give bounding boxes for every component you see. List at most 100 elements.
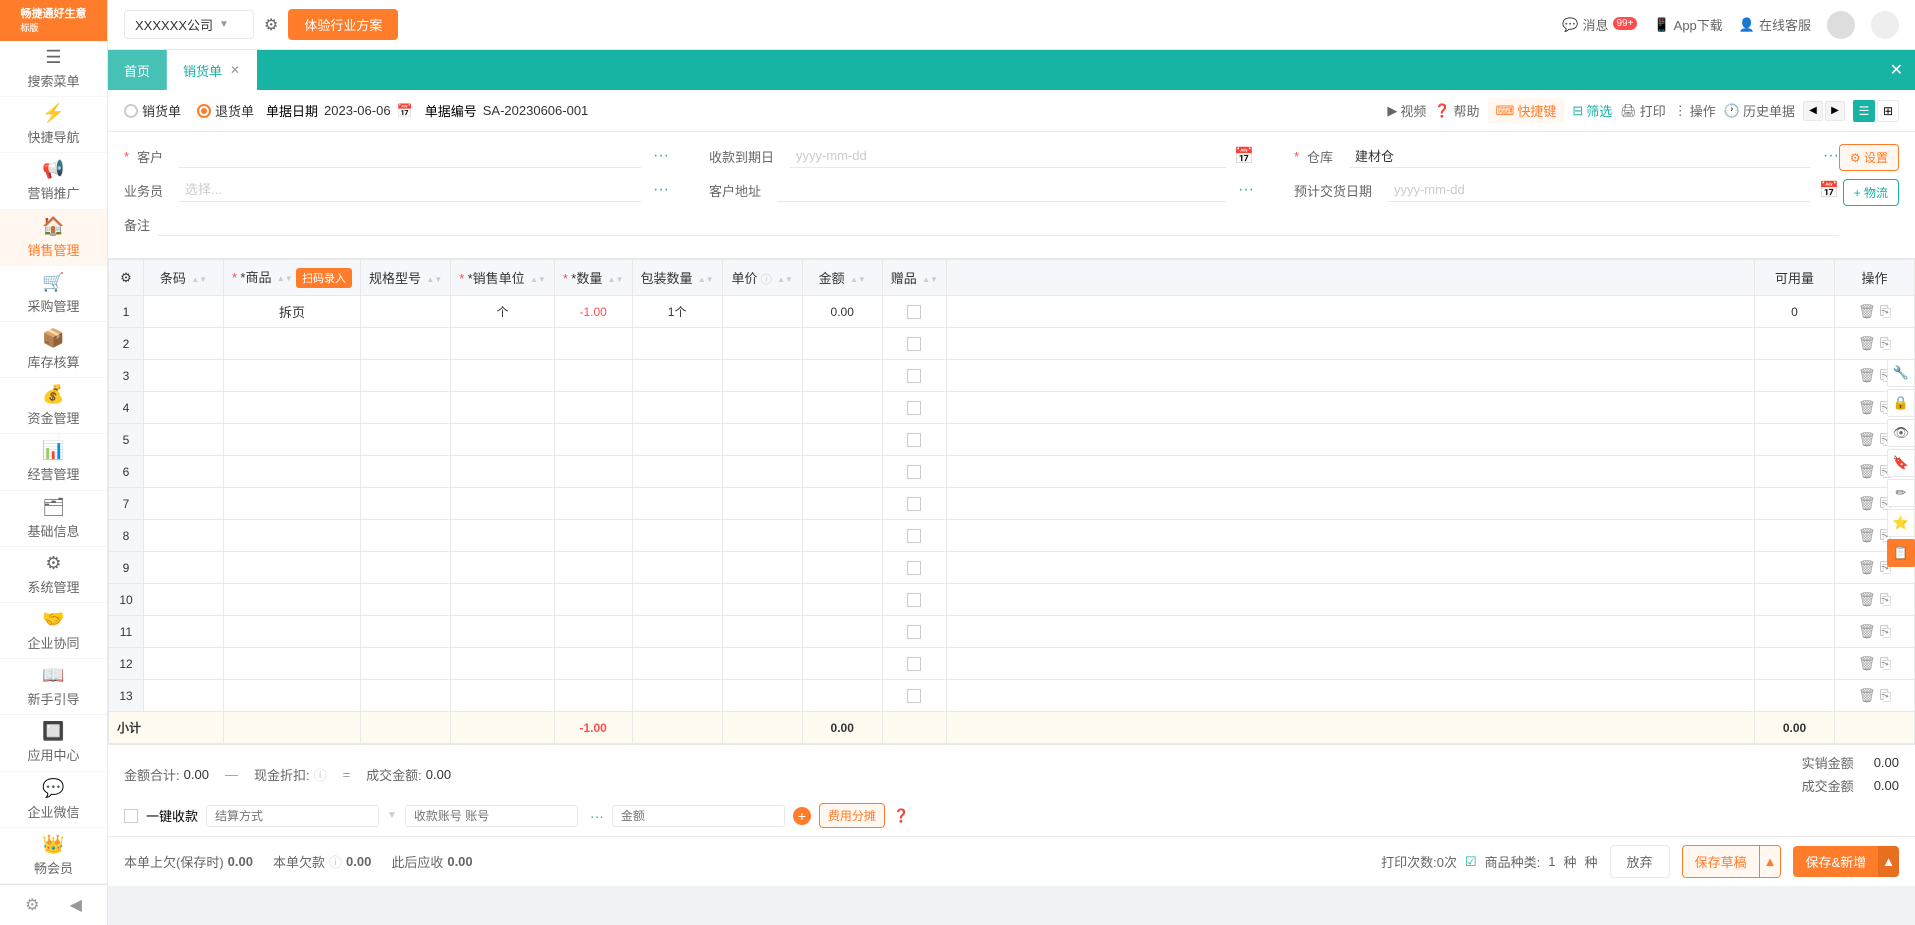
row-qty-5[interactable] xyxy=(554,424,632,456)
list-view-btn[interactable]: ☰ xyxy=(1853,100,1875,122)
row-pkgqty-3[interactable] xyxy=(632,360,722,392)
row-product-4[interactable] xyxy=(224,392,361,424)
row-gift-5[interactable] xyxy=(882,424,946,456)
row-pkgqty-2[interactable] xyxy=(632,328,722,360)
row-spec-3[interactable] xyxy=(361,360,451,392)
sidebar-item-system[interactable]: ⚙ 系统管理 xyxy=(0,547,107,603)
right-btn-5[interactable]: ✏ xyxy=(1887,479,1915,507)
row-unit-10[interactable] xyxy=(451,584,555,616)
row-qty-9[interactable] xyxy=(554,552,632,584)
row-product-6[interactable] xyxy=(224,456,361,488)
account-input[interactable] xyxy=(405,805,578,827)
row-pkgqty-1[interactable]: 1个 xyxy=(632,296,722,328)
delete-row-btn-6[interactable]: 🗑 xyxy=(1858,463,1876,480)
row-gift-1[interactable] xyxy=(882,296,946,328)
customer-addr-input[interactable] xyxy=(777,178,1226,202)
scan-btn[interactable]: 扫码录入 xyxy=(296,268,352,288)
row-amount-2[interactable] xyxy=(802,328,882,360)
row-gift-2[interactable] xyxy=(882,328,946,360)
row-amount-10[interactable] xyxy=(802,584,882,616)
row-spec-6[interactable] xyxy=(361,456,451,488)
delete-row-btn-4[interactable]: 🗑 xyxy=(1858,399,1876,416)
row-product-3[interactable] xyxy=(224,360,361,392)
video-btn[interactable]: ▶ 视频 xyxy=(1387,101,1426,120)
payment-help-icon[interactable]: ❓ xyxy=(893,808,909,824)
expected-date-input[interactable] xyxy=(1388,178,1811,202)
row-barcode-8[interactable] xyxy=(144,520,224,552)
row-price-4[interactable] xyxy=(722,392,802,424)
row-spec-8[interactable] xyxy=(361,520,451,552)
radio-sales-order[interactable]: 销货单 xyxy=(124,101,181,120)
sidebar-item-quick[interactable]: ⚡ 快捷导航 xyxy=(0,97,107,153)
row-price-6[interactable] xyxy=(722,456,802,488)
delete-row-btn-7[interactable]: 🗑 xyxy=(1858,495,1876,512)
account-dots-btn[interactable]: ··· xyxy=(590,808,604,824)
row-gift-4[interactable] xyxy=(882,392,946,424)
row-pkgqty-12[interactable] xyxy=(632,648,722,680)
th-settings[interactable]: ⚙ xyxy=(109,260,144,296)
row-price-7[interactable] xyxy=(722,488,802,520)
experience-btn[interactable]: 体验行业方案 xyxy=(288,9,398,40)
row-gift-8[interactable] xyxy=(882,520,946,552)
row-unit-5[interactable] xyxy=(451,424,555,456)
row-spec-12[interactable] xyxy=(361,648,451,680)
row-product-8[interactable] xyxy=(224,520,361,552)
row-gift-7[interactable] xyxy=(882,488,946,520)
sort-barcode[interactable]: ▲▼ xyxy=(191,275,207,284)
salesperson-input[interactable] xyxy=(179,178,641,202)
right-btn-7[interactable]: 📋 xyxy=(1887,539,1915,567)
setting-btn[interactable]: ⚙ 设置 xyxy=(1839,144,1899,171)
sort-pkgqty[interactable]: ▲▼ xyxy=(698,275,714,284)
row-price-10[interactable] xyxy=(722,584,802,616)
save-draft-btn[interactable]: 保存草稿 xyxy=(1683,846,1760,877)
copy-row-btn-2[interactable]: ⎘ xyxy=(1880,335,1891,352)
message-group[interactable]: 💬 消息 99+ xyxy=(1562,15,1637,34)
discard-btn[interactable]: 放弃 xyxy=(1610,845,1670,878)
table-settings-icon[interactable]: ⚙ xyxy=(120,270,132,285)
delete-row-btn-9[interactable]: 🗑 xyxy=(1858,559,1876,576)
right-btn-3[interactable]: 👁 xyxy=(1887,419,1915,447)
row-barcode-4[interactable] xyxy=(144,392,224,424)
row-pkgqty-4[interactable] xyxy=(632,392,722,424)
row-spec-1[interactable] xyxy=(361,296,451,328)
row-product-12[interactable] xyxy=(224,648,361,680)
row-qty-11[interactable] xyxy=(554,616,632,648)
row-gift-3[interactable] xyxy=(882,360,946,392)
delete-row-btn-13[interactable]: 🗑 xyxy=(1858,687,1876,704)
sidebar-item-guide[interactable]: 📖 新手引导 xyxy=(0,659,107,715)
sidebar-item-purchase[interactable]: 🛒 采购管理 xyxy=(0,266,107,322)
expense-btn[interactable]: 费用分摊 xyxy=(819,803,885,828)
row-qty-8[interactable] xyxy=(554,520,632,552)
row-pkgqty-6[interactable] xyxy=(632,456,722,488)
row-product-5[interactable] xyxy=(224,424,361,456)
row-price-1[interactable] xyxy=(722,296,802,328)
save-new-btn[interactable]: 保存&新增 xyxy=(1793,846,1878,877)
note-input[interactable] xyxy=(158,212,1839,236)
delete-row-btn-2[interactable]: 🗑 xyxy=(1858,335,1876,352)
sidebar-item-basic[interactable]: 🗂 基础信息 xyxy=(0,491,107,547)
row-amount-7[interactable] xyxy=(802,488,882,520)
sidebar-item-inventory[interactable]: 📦 库存核算 xyxy=(0,322,107,378)
row-barcode-12[interactable] xyxy=(144,648,224,680)
row-qty-6[interactable] xyxy=(554,456,632,488)
product-type-check[interactable]: ☑ xyxy=(1465,854,1477,870)
row-qty-12[interactable] xyxy=(554,648,632,680)
row-unit-6[interactable] xyxy=(451,456,555,488)
row-qty-4[interactable] xyxy=(554,392,632,424)
payment-date-input[interactable] xyxy=(790,144,1226,168)
grid-view-btn[interactable]: ⊞ xyxy=(1877,100,1899,122)
radio-return-order[interactable]: 退货单 xyxy=(197,101,254,120)
row-product-1[interactable]: 拆页 xyxy=(224,296,361,328)
row-gift-10[interactable] xyxy=(882,584,946,616)
delete-row-btn-12[interactable]: 🗑 xyxy=(1858,655,1876,672)
right-btn-1[interactable]: 🔧 xyxy=(1887,359,1915,387)
copy-row-btn-11[interactable]: ⎘ xyxy=(1880,623,1891,640)
row-price-9[interactable] xyxy=(722,552,802,584)
operation-btn[interactable]: ⋮ 操作 xyxy=(1674,101,1716,120)
row-qty-2[interactable] xyxy=(554,328,632,360)
row-unit-4[interactable] xyxy=(451,392,555,424)
row-pkgqty-11[interactable] xyxy=(632,616,722,648)
expected-date-cal-icon[interactable]: 📅 xyxy=(1819,180,1839,200)
sort-spec[interactable]: ▲▼ xyxy=(426,275,442,284)
row-spec-4[interactable] xyxy=(361,392,451,424)
